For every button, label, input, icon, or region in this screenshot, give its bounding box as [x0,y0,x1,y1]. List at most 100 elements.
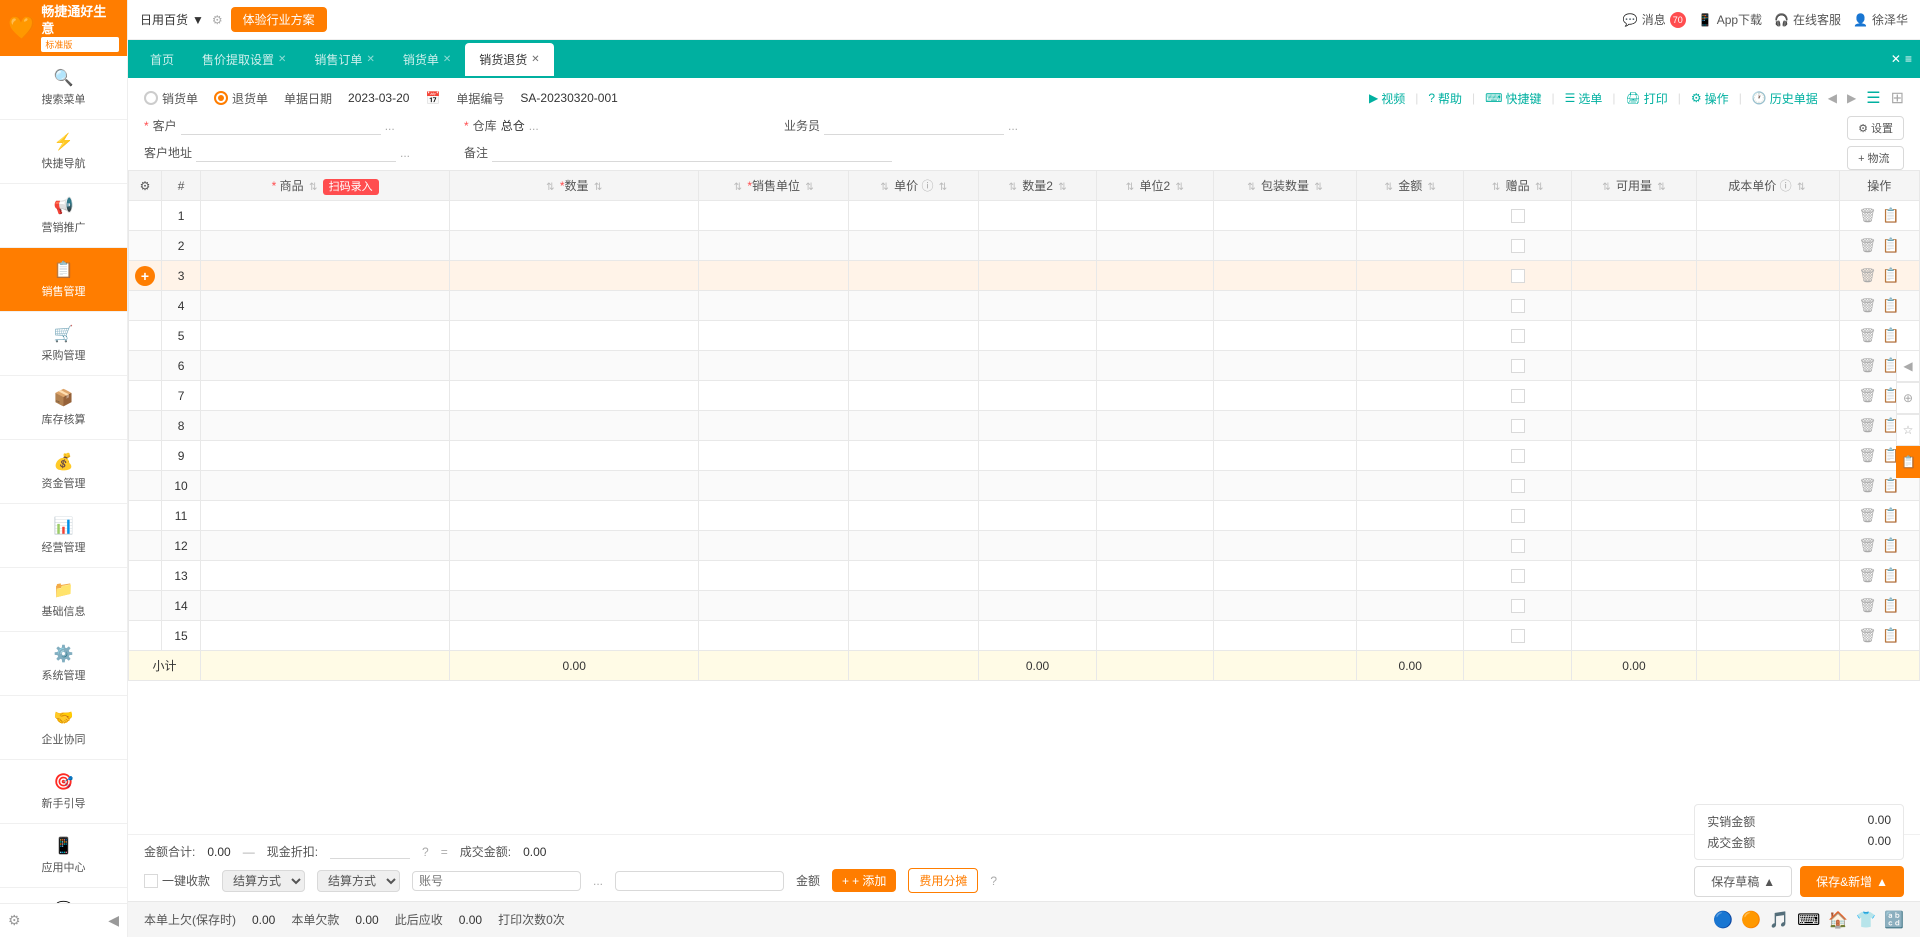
row-qty-1[interactable] [450,201,699,231]
tab-sales-order-close[interactable]: ✕ [366,54,374,65]
row-qty-5[interactable] [450,321,699,351]
qty-input-6[interactable] [456,359,692,373]
row-price-4[interactable] [849,291,979,321]
row-cost-12[interactable] [1697,531,1839,561]
qty-input-15[interactable] [456,629,692,643]
row-qty-8[interactable] [450,411,699,441]
gift-checkbox-6[interactable] [1511,359,1525,373]
radio-sales[interactable]: 销货单 [144,90,198,107]
qty-input-14[interactable] [456,599,692,613]
logistics-right-btn[interactable]: + 物流 [1847,146,1904,170]
th-sales-unit-sort2[interactable]: ⇅ [805,182,813,193]
message-item[interactable]: 💬 消息 70 [1623,11,1686,28]
row-price-12[interactable] [849,531,979,561]
tab-sales-price-close[interactable]: ✕ [278,54,286,65]
row-unit2-7[interactable] [1096,381,1213,411]
row-unit-6[interactable] [699,351,849,381]
help-discount-icon[interactable]: ? [422,845,429,859]
sidebar-item-search[interactable]: 🔍搜索菜单 [0,56,127,120]
row-unit2-13[interactable] [1096,561,1213,591]
history-action[interactable]: 🕐 历史单据 [1752,90,1818,107]
address-dots[interactable]: ... [400,146,410,160]
row-amount-15[interactable] [1357,621,1464,651]
qty-input-11[interactable] [456,509,692,523]
delete-icon-4[interactable]: 🗑 [1859,297,1877,314]
row-amount-6[interactable] [1357,351,1464,381]
row-product-8[interactable] [201,411,450,441]
delete-icon-7[interactable]: 🗑 [1859,387,1877,404]
address-input[interactable] [196,143,396,162]
sidebar-item-basic[interactable]: 📁基础信息 [0,568,127,632]
account-input[interactable] [412,871,581,891]
row-cost-1[interactable] [1697,201,1839,231]
th-gift-sort[interactable]: ⇅ [1492,182,1500,193]
row-gift-14[interactable] [1464,591,1571,621]
row-qty-6[interactable] [450,351,699,381]
row-amount-3[interactable] [1357,261,1464,291]
product-input-6[interactable] [207,359,443,373]
row-unit-2[interactable] [699,231,849,261]
shortcut-action[interactable]: ⌨ 快捷键 [1485,90,1541,107]
delete-icon-8[interactable]: 🗑 [1859,417,1877,434]
tab-sales-delivery[interactable]: 销货单 ✕ [389,43,465,76]
row-product-1[interactable] [201,201,450,231]
add-payment-btn[interactable]: + + 添加 [832,869,896,892]
row-unit2-5[interactable] [1096,321,1213,351]
cost-price-info-icon[interactable]: ⓘ [1780,179,1792,193]
delete-icon-11[interactable]: 🗑 [1859,507,1877,524]
row-amount-10[interactable] [1357,471,1464,501]
row-qty2-3[interactable] [979,261,1096,291]
row-pkg-11[interactable] [1214,501,1357,531]
sidebar-item-finance[interactable]: 💰资金管理 [0,440,127,504]
th-amount-sort[interactable]: ⇅ [1384,182,1392,193]
row-unit-7[interactable] [699,381,849,411]
row-avail-11[interactable] [1571,501,1696,531]
row-avail-15[interactable] [1571,621,1696,651]
row-qty2-12[interactable] [979,531,1096,561]
row-cost-14[interactable] [1697,591,1839,621]
row-qty2-8[interactable] [979,411,1096,441]
product-input-8[interactable] [207,419,443,433]
delete-icon-3[interactable]: 🗑 [1859,267,1877,284]
row-qty2-1[interactable] [979,201,1096,231]
row-avail-14[interactable] [1571,591,1696,621]
row-gift-2[interactable] [1464,231,1571,261]
row-unit2-1[interactable] [1096,201,1213,231]
row-pkg-9[interactable] [1214,441,1357,471]
delete-icon-2[interactable]: 🗑 [1859,237,1877,254]
experience-plan-button[interactable]: 体验行业方案 [231,7,327,32]
gift-checkbox-11[interactable] [1511,509,1525,523]
gift-checkbox-14[interactable] [1511,599,1525,613]
select-action[interactable]: ☰ 选单 [1565,90,1603,107]
settings-icon[interactable]: ⚙ [212,13,223,27]
tab-home[interactable]: 首页 [136,43,188,76]
row-avail-10[interactable] [1571,471,1696,501]
print-action[interactable]: 🖨 打印 [1626,90,1668,107]
qty-input-7[interactable] [456,389,692,403]
product-input-7[interactable] [207,389,443,403]
qty-input-5[interactable] [456,329,692,343]
row-pkg-12[interactable] [1214,531,1357,561]
account-select[interactable]: 结算方式 [317,870,400,892]
warehouse-dots[interactable]: ... [529,119,539,133]
settings-right-btn[interactable]: ⚙ 设置 [1847,116,1904,140]
row-qty2-7[interactable] [979,381,1096,411]
sidebar-item-newguide[interactable]: 🎯新手引导 [0,760,127,824]
right-float-btn-2[interactable]: ⊕ [1896,382,1920,414]
row-unit2-3[interactable] [1096,261,1213,291]
qty-input-2[interactable] [456,239,692,253]
barcode-scan-btn[interactable]: 扫码录入 [323,179,379,195]
product-input-15[interactable] [207,629,443,643]
date-value[interactable]: 2023-03-20 [348,91,409,105]
sidebar-item-shortcut[interactable]: ⚡快捷导航 [0,120,127,184]
row-gift-11[interactable] [1464,501,1571,531]
row-pkg-3[interactable] [1214,261,1357,291]
row-product-9[interactable] [201,441,450,471]
gift-checkbox-8[interactable] [1511,419,1525,433]
th-qty2-sort2[interactable]: ⇅ [1058,182,1066,193]
product-input-10[interactable] [207,479,443,493]
row-unit-12[interactable] [699,531,849,561]
gift-checkbox-9[interactable] [1511,449,1525,463]
product-input-11[interactable] [207,509,443,523]
row-unit2-15[interactable] [1096,621,1213,651]
